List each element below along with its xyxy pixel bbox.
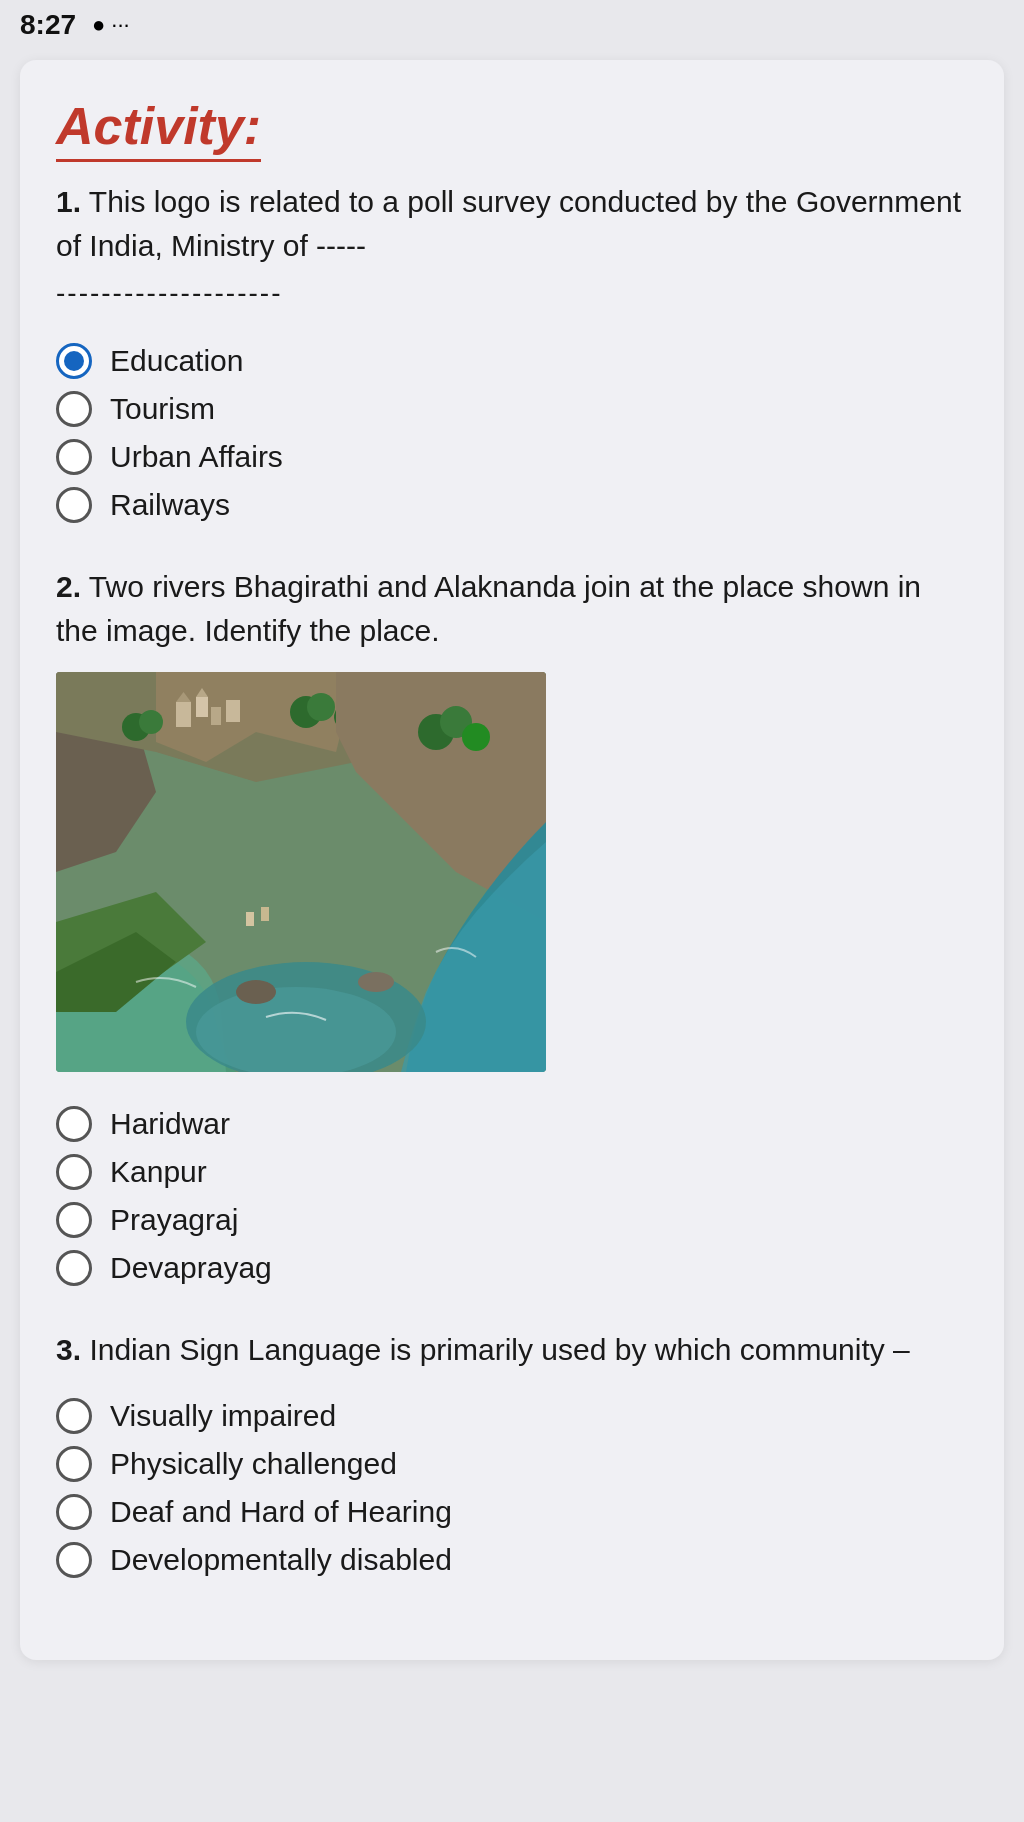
svg-rect-6 — [176, 702, 191, 727]
option-kanpur-label: Kanpur — [110, 1155, 207, 1189]
option-visually-impaired[interactable]: Visually impaired — [56, 1392, 968, 1440]
question-1-text: 1. This logo is related to a poll survey… — [56, 180, 968, 267]
question-1-number: 1. — [56, 185, 81, 218]
question-2-body: Two rivers Bhagirathi and Alaknanda join… — [56, 570, 921, 647]
content-card: Activity: 1. This logo is related to a p… — [20, 60, 1004, 1660]
radio-railways[interactable] — [56, 487, 92, 523]
radio-visually-impaired[interactable] — [56, 1398, 92, 1434]
option-deaf-hard-of-hearing-label: Deaf and Hard of Hearing — [110, 1495, 452, 1529]
radio-physically-challenged[interactable] — [56, 1446, 92, 1482]
question-2-text: 2. Two rivers Bhagirathi and Alaknanda j… — [56, 565, 968, 652]
question-1-dashes: -------------------- — [56, 277, 968, 309]
option-urban-affairs-label: Urban Affairs — [110, 440, 283, 474]
option-education-label: Education — [110, 344, 243, 378]
status-icons: ● ··· — [92, 12, 130, 38]
option-devaprayag-label: Devaprayag — [110, 1251, 272, 1285]
status-time: 8:27 — [20, 9, 76, 41]
river-svg — [56, 672, 546, 1072]
option-developmentally-disabled-label: Developmentally disabled — [110, 1543, 452, 1577]
svg-rect-28 — [261, 907, 269, 921]
radio-devaprayag[interactable] — [56, 1250, 92, 1286]
svg-rect-9 — [226, 700, 240, 722]
question-3-number: 3. — [56, 1333, 81, 1366]
status-bar: 8:27 ● ··· — [0, 0, 1024, 50]
option-devaprayag[interactable]: Devaprayag — [56, 1244, 968, 1292]
option-visually-impaired-label: Visually impaired — [110, 1399, 336, 1433]
question-3-options: Visually impaired Physically challenged … — [56, 1392, 968, 1584]
svg-point-23 — [236, 980, 276, 1004]
option-education[interactable]: Education — [56, 337, 968, 385]
radio-haridwar[interactable] — [56, 1106, 92, 1142]
option-deaf-hard-of-hearing[interactable]: Deaf and Hard of Hearing — [56, 1488, 968, 1536]
river-image — [56, 672, 546, 1072]
question-3-text: 3. Indian Sign Language is primarily use… — [56, 1328, 968, 1372]
svg-rect-7 — [196, 697, 208, 717]
option-railways[interactable]: Railways — [56, 481, 968, 529]
svg-rect-8 — [211, 707, 221, 725]
question-2-options: Haridwar Kanpur Prayagraj Devaprayag — [56, 1100, 968, 1292]
radio-urban-affairs[interactable] — [56, 439, 92, 475]
more-icon: ··· — [111, 12, 129, 38]
question-2-number: 2. — [56, 570, 81, 603]
svg-point-24 — [358, 972, 394, 992]
svg-point-13 — [139, 710, 163, 734]
radio-deaf-hard-of-hearing[interactable] — [56, 1494, 92, 1530]
svg-point-15 — [307, 693, 335, 721]
option-haridwar[interactable]: Haridwar — [56, 1100, 968, 1148]
signal-icon: ● — [92, 12, 105, 38]
option-kanpur[interactable]: Kanpur — [56, 1148, 968, 1196]
radio-developmentally-disabled[interactable] — [56, 1542, 92, 1578]
option-tourism-label: Tourism — [110, 392, 215, 426]
question-1-body: This logo is related to a poll survey co… — [56, 185, 961, 262]
svg-point-20 — [462, 723, 490, 751]
radio-tourism[interactable] — [56, 391, 92, 427]
radio-prayagraj[interactable] — [56, 1202, 92, 1238]
radio-kanpur[interactable] — [56, 1154, 92, 1190]
option-prayagraj[interactable]: Prayagraj — [56, 1196, 968, 1244]
question-3-body: Indian Sign Language is primarily used b… — [89, 1333, 909, 1366]
option-haridwar-label: Haridwar — [110, 1107, 230, 1141]
question-1-options: Education Tourism Urban Affairs Railways — [56, 337, 968, 529]
radio-education-inner — [64, 351, 84, 371]
option-tourism[interactable]: Tourism — [56, 385, 968, 433]
option-physically-challenged[interactable]: Physically challenged — [56, 1440, 968, 1488]
svg-rect-27 — [246, 912, 254, 926]
radio-education[interactable] — [56, 343, 92, 379]
option-physically-challenged-label: Physically challenged — [110, 1447, 397, 1481]
option-urban-affairs[interactable]: Urban Affairs — [56, 433, 968, 481]
option-prayagraj-label: Prayagraj — [110, 1203, 238, 1237]
option-railways-label: Railways — [110, 488, 230, 522]
option-developmentally-disabled[interactable]: Developmentally disabled — [56, 1536, 968, 1584]
activity-title: Activity: — [56, 96, 968, 156]
